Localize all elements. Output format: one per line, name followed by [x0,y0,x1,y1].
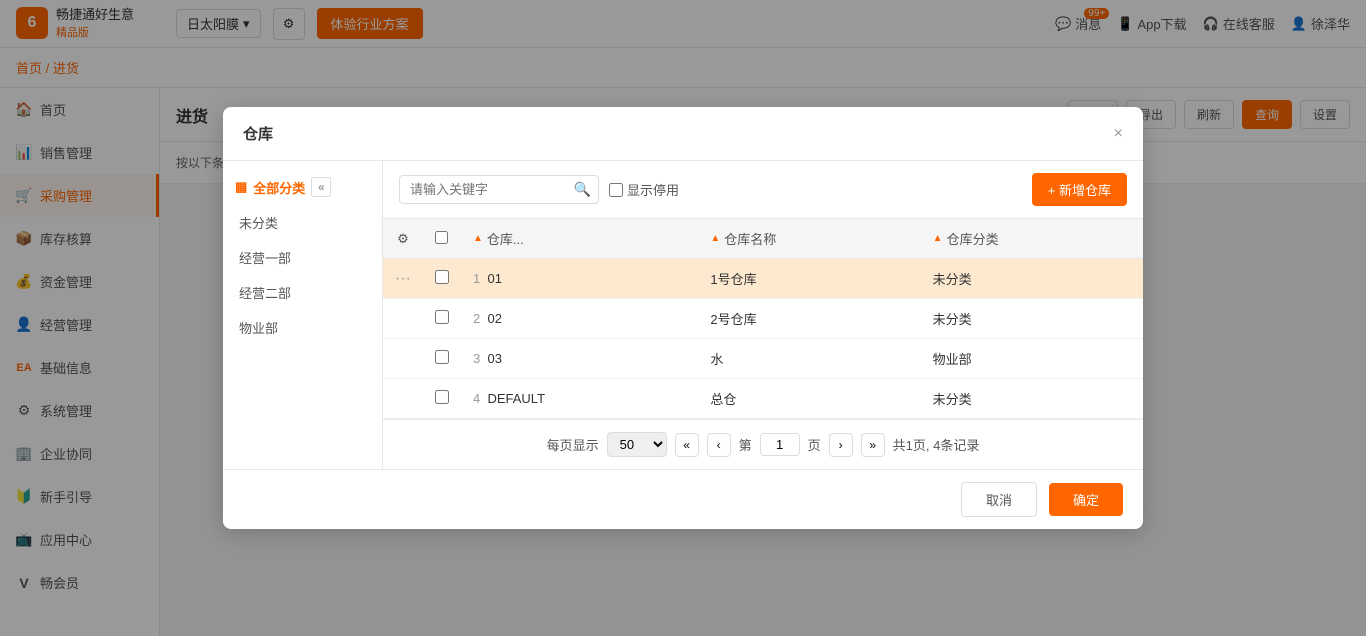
sidebar-category-uncategorized[interactable]: 未分类 [223,205,382,240]
page-label: 第 [739,435,752,454]
row-name-4: 总仓 [698,379,920,419]
th-settings[interactable]: ⚙ [383,219,423,259]
sidebar-category-dept1[interactable]: 经营一部 [223,240,382,275]
dialog-sidebar-all[interactable]: ▦ 全部分类 « [223,169,382,205]
total-info: 共1页, 4条记录 [893,435,980,454]
warehouse-dialog: 仓库 × ▦ 全部分类 « 未分类 经营一部 [223,107,1143,529]
dialog-title: 仓库 [243,123,273,144]
row-category-1: 未分类 [921,259,1143,299]
select-all-checkbox[interactable] [435,231,448,244]
row-checkbox-4[interactable] [435,390,449,404]
add-warehouse-button[interactable]: + 新增仓库 [1032,173,1127,206]
confirm-button[interactable]: 确定 [1049,483,1123,516]
row-num-3: 3 03 [461,339,698,379]
dialog-close-button[interactable]: × [1114,125,1123,143]
row-settings-3[interactable] [383,339,423,379]
row-category-2: 未分类 [921,299,1143,339]
row-num-1: 1 01 [461,259,698,299]
row-checkbox-1[interactable] [435,270,449,284]
dialog-main-panel: 🔍 显示停用 + 新增仓库 ⚙ [383,161,1143,469]
sidebar-category-dept2[interactable]: 经营二部 [223,275,382,310]
last-page-btn[interactable]: » [861,433,885,457]
table-row[interactable]: ··· 1 01 1号仓库 未分类 [383,259,1143,299]
show-disabled-label[interactable]: 显示停用 [609,180,679,199]
row-settings-4[interactable] [383,379,423,419]
dialog-header: 仓库 × [223,107,1143,161]
row-num-2: 2 02 [461,299,698,339]
prev-page-btn[interactable]: ‹ [707,433,731,457]
collapse-btn[interactable]: « [311,177,331,197]
dialog-body: ▦ 全部分类 « 未分类 经营一部 经营二部 物业部 [223,161,1143,469]
dialog-pagination: 每页显示 50 10 20 100 « ‹ 第 页 › » 共1页, 4条记录 [383,419,1143,469]
page-size-select[interactable]: 50 10 20 100 [607,432,667,457]
row-category-3: 物业部 [921,339,1143,379]
table-row[interactable]: 4 DEFAULT 总仓 未分类 [383,379,1143,419]
row-settings[interactable]: ··· [383,259,423,299]
row-checkbox-2[interactable] [435,310,449,324]
sidebar-category-property[interactable]: 物业部 [223,310,382,345]
search-button[interactable]: 🔍 [574,181,591,198]
dialog-sidebar: ▦ 全部分类 « 未分类 经营一部 经营二部 物业部 [223,161,383,469]
search-wrap: 🔍 [399,175,599,204]
dialog-overlay: 仓库 × ▦ 全部分类 « 未分类 经营一部 [0,0,1366,636]
next-page-btn[interactable]: › [829,433,853,457]
first-page-btn[interactable]: « [675,433,699,457]
warehouse-table: ⚙ ▲ 仓库... [383,219,1143,419]
page-size-label: 每页显示 [547,435,599,454]
row-name-1: 1号仓库 [698,259,920,299]
row-name-2: 2号仓库 [698,299,920,339]
search-input[interactable] [399,175,599,204]
dialog-toolbar: 🔍 显示停用 + 新增仓库 [383,161,1143,219]
row-checkbox-3[interactable] [435,350,449,364]
show-disabled-checkbox[interactable] [609,183,623,197]
th-checkbox [423,219,461,259]
row-category-4: 未分类 [921,379,1143,419]
table-body: ··· 1 01 1号仓库 未分类 [383,259,1143,419]
table-row[interactable]: 2 02 2号仓库 未分类 [383,299,1143,339]
row-num-4: 4 DEFAULT [461,379,698,419]
table-header: ⚙ ▲ 仓库... [383,219,1143,259]
row-settings-2[interactable] [383,299,423,339]
dialog-footer: 取消 确定 [223,469,1143,529]
th-category[interactable]: ▲ 仓库分类 [921,219,1143,259]
th-code[interactable]: ▲ 仓库... [461,219,698,259]
th-name[interactable]: ▲ 仓库名称 [698,219,920,259]
warehouse-table-wrap: ⚙ ▲ 仓库... [383,219,1143,419]
all-category-label: 全部分类 [253,178,305,197]
cancel-button[interactable]: 取消 [961,482,1037,517]
page-suffix: 页 [808,435,821,454]
page-input[interactable] [760,433,800,456]
table-row[interactable]: 3 03 水 物业部 [383,339,1143,379]
row-name-3: 水 [698,339,920,379]
